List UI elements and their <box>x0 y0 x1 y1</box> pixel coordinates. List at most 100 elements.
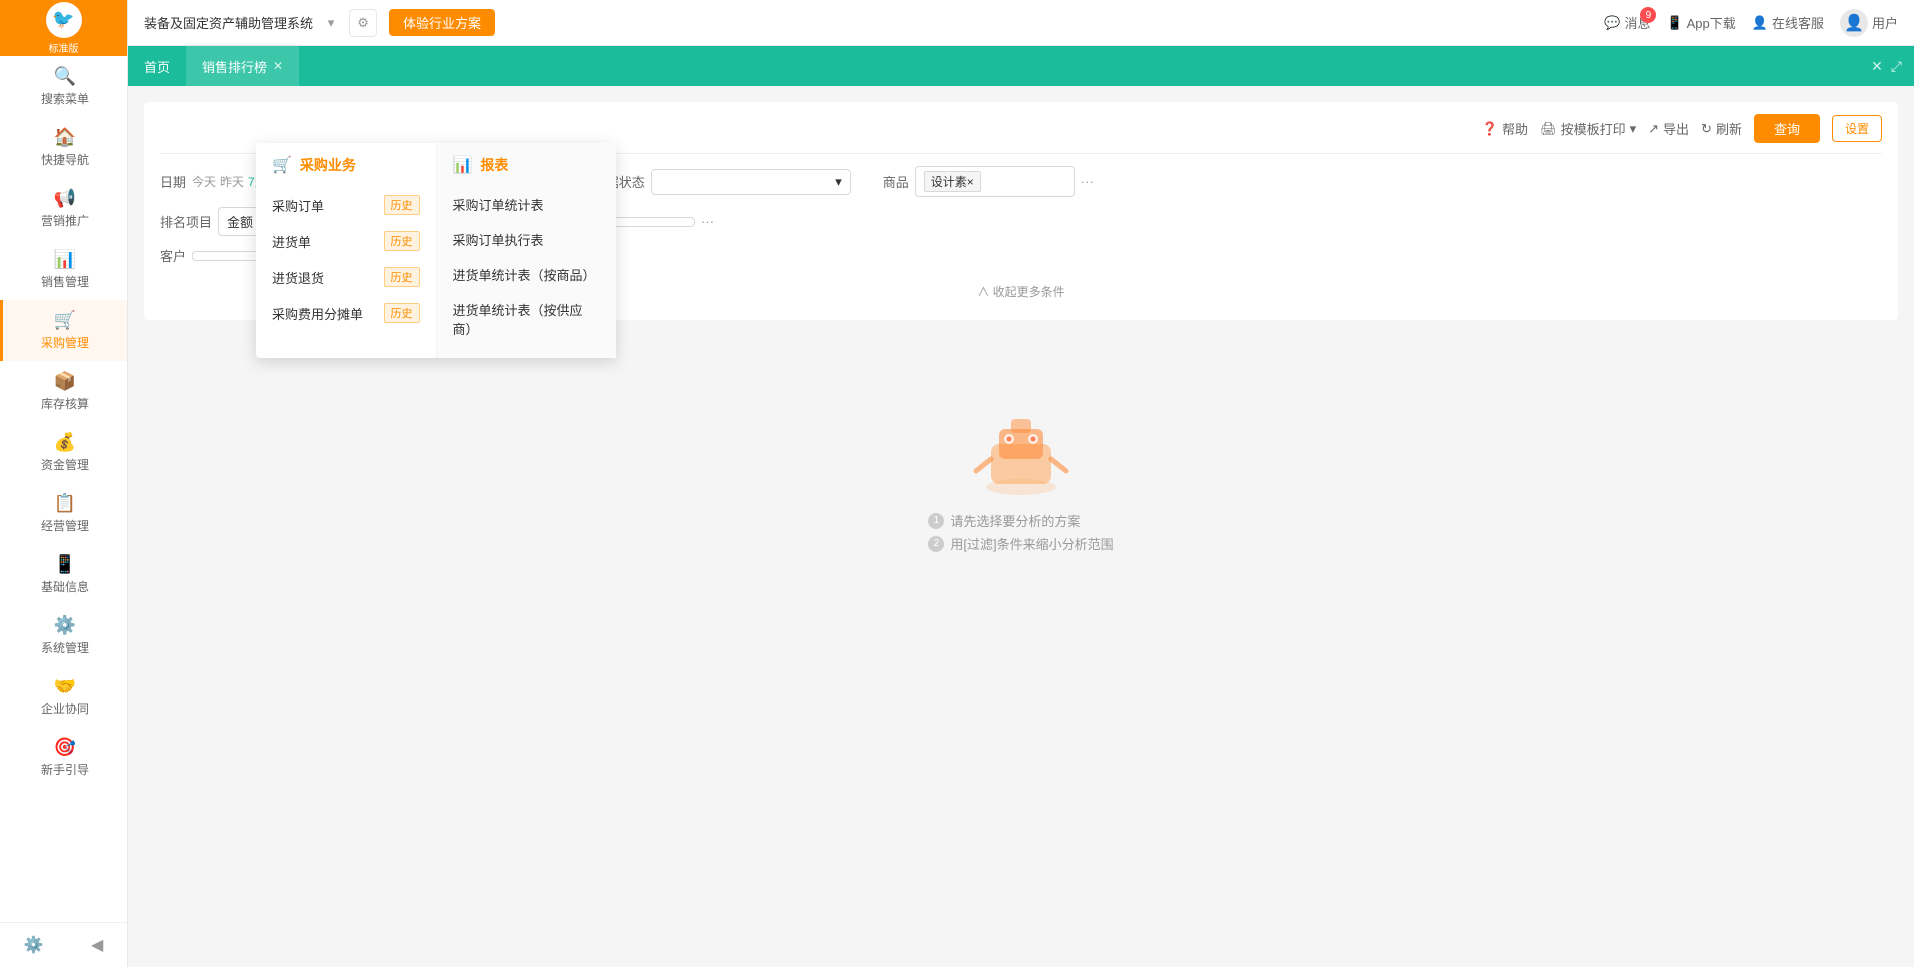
collapse-text: 收起更多条件 <box>993 285 1065 299</box>
message-icon: 💬 <box>1604 15 1620 31</box>
dropdown-item-report-0[interactable]: 采购订单统计表 <box>453 187 601 222</box>
app-download-label: App下载 <box>1687 13 1736 32</box>
sidebar: 🐦 标准版 🔍 搜索菜单 🏠 快捷导航 📢 营销推广 📊 销售管理 🛒 <box>0 0 128 967</box>
maximize-window-btn[interactable]: ⤢ <box>1891 58 1902 75</box>
sidebar-item-label: 企业协同 <box>41 700 89 717</box>
sidebar-item-inventory[interactable]: 📦 库存核算 <box>0 361 127 422</box>
dropdown-item-report-1[interactable]: 采购订单执行表 <box>453 222 601 257</box>
collapse-footer-btn[interactable]: ◀ <box>91 935 103 955</box>
system-icon: ⚙️ <box>54 615 76 636</box>
goods-tag: 设计素× <box>924 171 981 192</box>
sidebar-item-label: 基础信息 <box>41 578 89 595</box>
sidebar-item-enterprise[interactable]: 🤝 企业协同 <box>0 666 127 727</box>
empty-step-2: 2 用[过滤]条件来缩小分析范围 <box>928 534 1113 553</box>
settings-footer-btn[interactable]: ⚙️ <box>24 935 44 955</box>
date-preset-today[interactable]: 今天 <box>192 173 216 190</box>
dropdown-item-purchase-expense[interactable]: 采购费用分摊单 历史 <box>272 295 420 331</box>
help-icon: ❓ <box>1482 121 1498 137</box>
purchase-section-title: 🛒 采购业务 <box>272 155 420 175</box>
refresh-icon: ↻ <box>1701 121 1712 137</box>
operations-icon: 📋 <box>54 493 76 514</box>
user-btn[interactable]: 👤 用户 <box>1840 9 1898 37</box>
dropdown-item-report-2[interactable]: 进货单统计表（按商品） <box>453 257 601 292</box>
tab-sales-label: 销售排行榜 <box>202 57 267 76</box>
query-btn[interactable]: 查询 <box>1754 114 1820 143</box>
dropdown-menu: 🛒 采购业务 采购订单 历史 进货单 历史 进货退货 历史 <box>256 143 616 358</box>
sidebar-item-search[interactable]: 🔍 搜索菜单 <box>0 56 127 117</box>
collapse-icon: ∧ <box>977 285 989 299</box>
tab-bar: 首页 销售排行榜 ✕ ✕ ⤢ <box>128 46 1914 86</box>
tab-close-btn[interactable]: ✕ <box>273 59 283 73</box>
avatar: 👤 <box>1840 9 1868 37</box>
empty-steps: 1 请先选择要分析的方案 2 用[过滤]条件来缩小分析范围 <box>928 511 1113 557</box>
print-dropdown-icon: ▾ <box>1630 121 1637 137</box>
tab-sales-ranking[interactable]: 销售排行榜 ✕ <box>186 46 299 86</box>
empty-state: 1 请先选择要分析的方案 2 用[过滤]条件来缩小分析范围 <box>144 328 1898 628</box>
sidebar-footer: ⚙️ ◀ <box>0 922 127 967</box>
sidebar-item-purchase[interactable]: 🛒 采购管理 <box>0 300 127 361</box>
empty-step-1: 1 请先选择要分析的方案 <box>928 511 1113 530</box>
dropdown-item-report-3[interactable]: 进货单统计表（按供应商） <box>453 292 601 346</box>
main-area: 装备及固定资产辅助管理系统 ▾ ⚙ 体验行业方案 💬 App下载 消息 9 📱 … <box>128 0 1914 967</box>
logo-text: 标准版 <box>49 40 79 55</box>
sidebar-item-label: 库存核算 <box>41 395 89 412</box>
logo-icon: 🐦 <box>46 2 82 38</box>
status-input[interactable]: ▾ <box>651 169 851 195</box>
online-service-btn[interactable]: 👤 在线客服 <box>1752 13 1824 32</box>
rank-value: 金额 <box>227 212 253 231</box>
notification-badge: 9 <box>1640 7 1656 23</box>
status-filter: 单据状态 ▾ <box>593 169 851 195</box>
goods-more-dots[interactable]: ··· <box>1081 174 1094 189</box>
finance-icon: 💰 <box>54 432 76 453</box>
sidebar-item-operations[interactable]: 📋 经营管理 <box>0 483 127 544</box>
sidebar-item-nav[interactable]: 🏠 快捷导航 <box>0 117 127 178</box>
app-download-btn[interactable]: 📱 App下载 <box>1666 13 1735 32</box>
refresh-btn[interactable]: ↻ 刷新 <box>1701 119 1742 138</box>
phone-icon: 📱 <box>1666 15 1682 31</box>
date-preset-yesterday[interactable]: 昨天 <box>220 173 244 190</box>
sidebar-item-marketing[interactable]: 📢 营销推广 <box>0 178 127 239</box>
export-icon: ↗ <box>1648 121 1659 137</box>
header-dropdown-btn[interactable]: ▾ <box>321 13 341 33</box>
sidebar-item-label: 搜索菜单 <box>41 90 89 107</box>
online-service-label: 在线客服 <box>1772 13 1824 32</box>
settings-btn[interactable]: 设置 <box>1832 115 1882 142</box>
export-btn[interactable]: ↗ 导出 <box>1648 119 1689 138</box>
dropdown-item-inbound-return[interactable]: 进货退货 历史 <box>272 259 420 295</box>
guide-icon: 🎯 <box>54 737 76 758</box>
template-print-btn[interactable]: 🖨 按模板打印 ▾ <box>1540 119 1636 138</box>
inventory-icon: 📦 <box>54 371 76 392</box>
sidebar-item-guide[interactable]: 🎯 新手引导 <box>0 727 127 788</box>
rank-label: 排名项目 <box>160 212 212 231</box>
goods-filter: 商品 设计素× ··· <box>883 166 1094 197</box>
industry-btn[interactable]: 体验行业方案 <box>389 9 495 36</box>
help-btn[interactable]: ❓ 帮助 <box>1482 119 1528 138</box>
sidebar-item-sales[interactable]: 📊 销售管理 <box>0 239 127 300</box>
tab-home[interactable]: 首页 <box>128 46 186 86</box>
status-dropdown-icon: ▾ <box>835 174 842 190</box>
purchase-section-icon: 🛒 <box>272 155 292 175</box>
sidebar-item-label: 资金管理 <box>41 456 89 473</box>
sidebar-item-finance[interactable]: 💰 资金管理 <box>0 422 127 483</box>
goods-input[interactable]: 设计素× <box>915 166 1075 197</box>
sidebar-item-basic-info[interactable]: 📱 基础信息 <box>0 544 127 605</box>
sidebar-item-label: 系统管理 <box>41 639 89 656</box>
sidebar-item-system[interactable]: ⚙️ 系统管理 <box>0 605 127 666</box>
close-window-btn[interactable]: ✕ <box>1871 58 1883 75</box>
sidebar-item-label: 采购管理 <box>41 334 89 351</box>
report-section: 📊 报表 采购订单统计表 采购订单执行表 进货单统计表（按商品） 进货单统计表（… <box>436 143 617 358</box>
notification-btn[interactable]: 💬 App下载 消息 9 <box>1604 13 1650 32</box>
dropdown-item-purchase-order[interactable]: 采购订单 历史 <box>272 187 420 223</box>
header-settings-btn[interactable]: ⚙ <box>349 9 377 37</box>
sidebar-item-label: 快捷导航 <box>41 151 89 168</box>
report-section-icon: 📊 <box>453 155 473 175</box>
history-badge-1: 历史 <box>384 231 420 251</box>
service-icon: 👤 <box>1752 15 1768 31</box>
salesman-more-dots[interactable]: ··· <box>701 214 714 229</box>
history-badge-3: 历史 <box>384 303 420 323</box>
dropdown-item-inbound[interactable]: 进货单 历史 <box>272 223 420 259</box>
tab-window-controls: ✕ ⤢ <box>1859 58 1914 75</box>
sales-icon: 📊 <box>54 249 76 270</box>
sidebar-item-label: 销售管理 <box>41 273 89 290</box>
purchase-section: 🛒 采购业务 采购订单 历史 进货单 历史 进货退货 历史 <box>256 143 436 358</box>
